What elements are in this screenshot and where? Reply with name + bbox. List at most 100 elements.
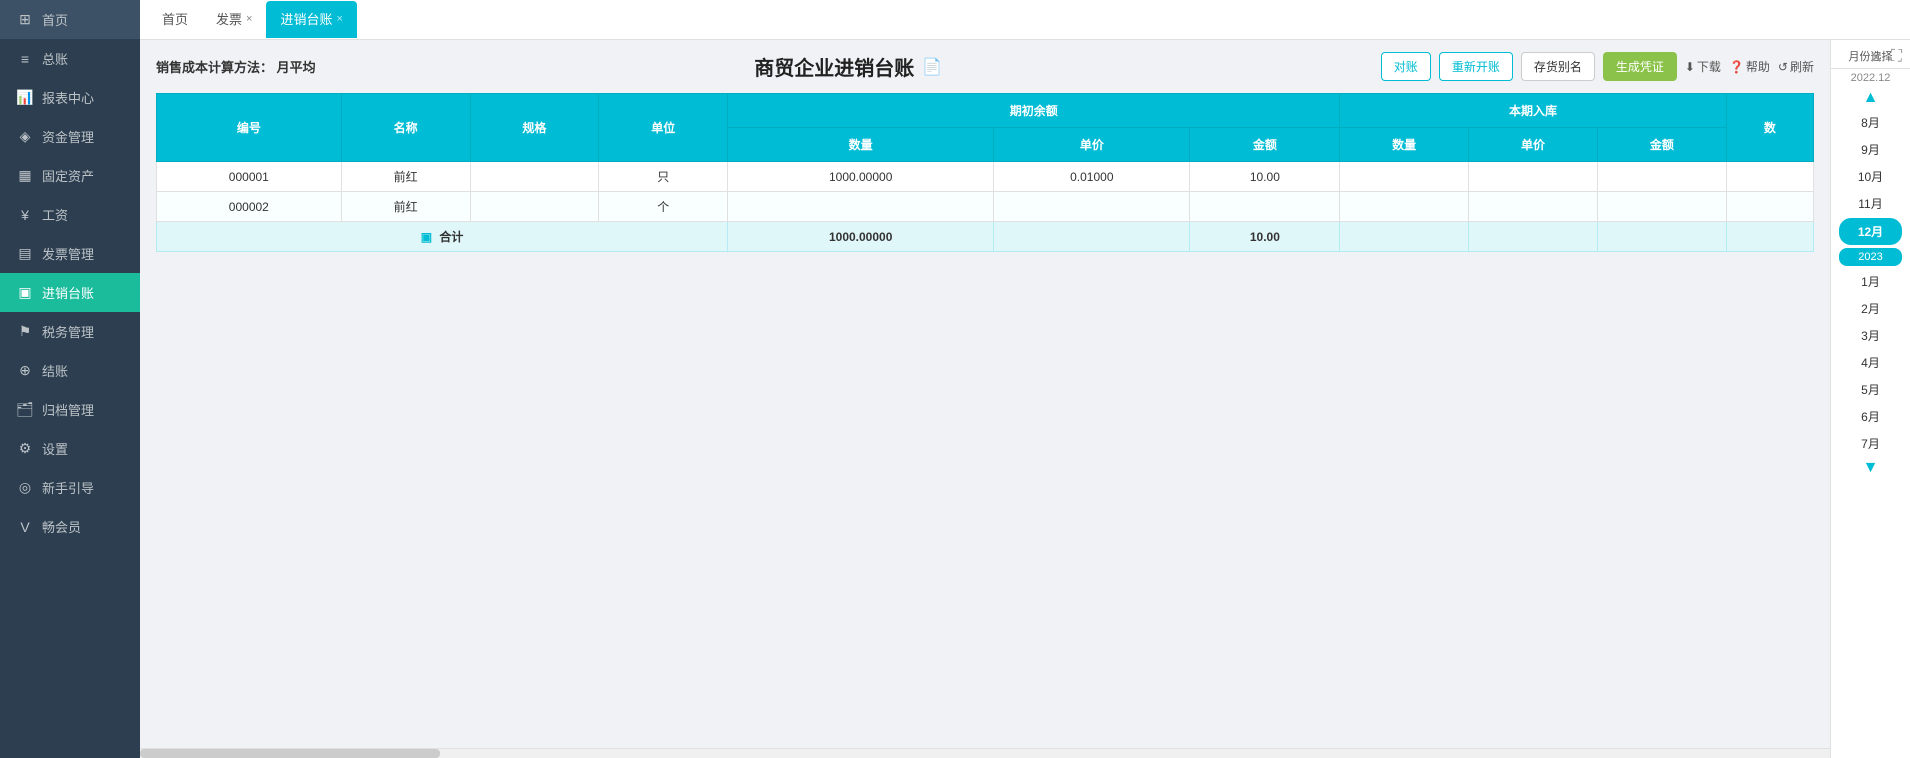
page-body: ✕ ⛶ 销售成本计算方法： 月平均 商贸企业进销台账 📄 对账 重新开账 存货别… (140, 40, 1830, 758)
tab-home-label: 首页 (162, 9, 188, 28)
table-row[interactable]: 000002 前红 个 (157, 192, 1814, 222)
month-1[interactable]: 1月 (1831, 268, 1910, 295)
month-3[interactable]: 3月 (1831, 322, 1910, 349)
total-extra (1726, 222, 1813, 252)
month-10[interactable]: 10月 (1831, 163, 1910, 190)
total-row: ▣ 合计 1000.00000 10.00 (157, 222, 1814, 252)
refresh-icon: ↺ (1778, 60, 1788, 74)
month-6[interactable]: 6月 (1831, 403, 1910, 430)
month-5[interactable]: 5月 (1831, 376, 1910, 403)
sidebar-item-purchase-sales[interactable]: ▣ 进销台账 (0, 273, 140, 312)
sidebar-label-new-guide: 新手引导 (42, 478, 94, 497)
sidebar-item-fixed-assets[interactable]: ▦ 固定资产 (0, 156, 140, 195)
sidebar-label-archive-management: 归档管理 (42, 400, 94, 419)
cell-guige (470, 162, 599, 192)
sidebar-label-tax-management: 税务管理 (42, 322, 94, 341)
refresh-button[interactable]: ↺ 刷新 (1778, 58, 1814, 75)
action-buttons: 对账 重新开账 存货别名 生成凭证 ⬇ 下载 ❓ 帮助 ↺ 刷新 (1381, 52, 1814, 81)
tab-invoice-close[interactable]: × (246, 13, 252, 25)
col-qichu-shuliang: 数量 (728, 128, 994, 162)
assets-icon: ▦ (16, 167, 34, 184)
month-nav-down[interactable]: ▼ (1831, 457, 1910, 479)
month-4[interactable]: 4月 (1831, 349, 1910, 376)
col-ruku-danjia: 单价 (1469, 128, 1598, 162)
cell-ruku-jine (1597, 192, 1726, 222)
sidebar-label-settings: 设置 (42, 439, 68, 458)
duizhang-button[interactable]: 对账 (1381, 52, 1431, 81)
cell-ruku-jine (1597, 162, 1726, 192)
tab-purchase-close[interactable]: × (336, 13, 342, 25)
sidebar-item-vip-member[interactable]: V 畅会员 (0, 507, 140, 546)
col-ruku-shuliang: 数量 (1340, 128, 1469, 162)
report-icon: 📊 (16, 89, 34, 106)
col-ruku-jine: 金额 (1597, 128, 1726, 162)
cunwei-button[interactable]: 存货别名 (1521, 52, 1595, 81)
cell-bianhao: 000002 (157, 192, 342, 222)
chongxin-button[interactable]: 重新开账 (1439, 52, 1513, 81)
month-9[interactable]: 9月 (1831, 136, 1910, 163)
help-icon: ❓ (1729, 60, 1744, 74)
help-button[interactable]: ❓ 帮助 (1729, 58, 1770, 75)
col-benci-ruku: 本期入库 (1340, 94, 1727, 128)
sidebar-label-fund-management: 资金管理 (42, 127, 94, 146)
vip-icon: V (16, 519, 34, 535)
year-2022-label: 2022.12 (1831, 69, 1910, 87)
sidebar-item-closing[interactable]: ⊕ 结账 (0, 351, 140, 390)
sidebar-item-fund-management[interactable]: ◈ 资金管理 (0, 117, 140, 156)
month-nav-up[interactable]: ▲ (1831, 87, 1910, 109)
month-12[interactable]: 12月 (1839, 218, 1902, 245)
sidebar-item-payroll[interactable]: ¥ 工资 (0, 195, 140, 234)
total-label: ▣ 合计 (157, 222, 728, 252)
col-guige: 规格 (470, 94, 599, 162)
sidebar-item-new-guide[interactable]: ◎ 新手引导 (0, 468, 140, 507)
cell-qichu-danjia (994, 192, 1190, 222)
month-8[interactable]: 8月 (1831, 109, 1910, 136)
scroll-thumb[interactable] (140, 749, 440, 758)
home-icon: ⊞ (16, 11, 34, 28)
payroll-icon: ¥ (16, 207, 34, 223)
sidebar-label-closing: 结账 (42, 361, 68, 380)
tab-home[interactable]: 首页 (148, 1, 202, 38)
sidebar-item-invoice-management[interactable]: ▤ 发票管理 (0, 234, 140, 273)
month-11[interactable]: 11月 (1831, 190, 1910, 217)
tab-invoice[interactable]: 发票 × (202, 1, 266, 38)
sidebar-item-home[interactable]: ⊞ 首页 (0, 0, 140, 39)
cell-qichu-jine (1190, 192, 1340, 222)
sidebar-label-general-ledger: 总账 (42, 49, 68, 68)
sidebar-label-report-center: 报表中心 (42, 88, 94, 107)
page-title-icon: 📄 (922, 57, 942, 77)
download-button[interactable]: ⬇ 下载 (1685, 58, 1721, 75)
purchase-icon: ▣ (16, 284, 34, 301)
info-bar: 销售成本计算方法： 月平均 商贸企业进销台账 📄 对账 重新开账 存货别名 生成… (156, 52, 1814, 81)
table-container: 编号 名称 规格 单位 期初余额 本期入库 数 数量 单价 金额 数 (156, 93, 1814, 252)
horizontal-scrollbar[interactable] (140, 748, 1830, 758)
sidebar-item-general-ledger[interactable]: ≡ 总账 (0, 39, 140, 78)
sidebar-label-invoice-management: 发票管理 (42, 244, 94, 263)
cell-bianhao: 000001 (157, 162, 342, 192)
col-qichu-jine: 金额 (1190, 128, 1340, 162)
tab-purchase-sales-ledger[interactable]: 进销台账 × (266, 1, 356, 38)
sidebar-item-tax-management[interactable]: ⚑ 税务管理 (0, 312, 140, 351)
year-2023-badge: 2023 (1839, 248, 1902, 266)
month-2[interactable]: 2月 (1831, 295, 1910, 322)
closing-icon: ⊕ (16, 362, 34, 379)
sidebar-label-payroll: 工资 (42, 205, 68, 224)
cell-danwei: 只 (599, 162, 728, 192)
month-7[interactable]: 7月 (1831, 430, 1910, 457)
col-qichu-danjia: 单价 (994, 128, 1190, 162)
sidebar-item-settings[interactable]: ⚙ 设置 (0, 429, 140, 468)
title-area: 商贸企业进销台账 📄 (754, 52, 942, 81)
total-qichu-danjia (994, 222, 1190, 252)
shengcheng-button[interactable]: 生成凭证 (1603, 52, 1677, 81)
sidebar-item-report-center[interactable]: 📊 报表中心 (0, 78, 140, 117)
cell-extra (1726, 162, 1813, 192)
tab-invoice-label: 发票 (216, 9, 242, 28)
table-row[interactable]: 000001 前红 只 1000.00000 0.01000 10.00 (157, 162, 1814, 192)
col-qichu-yue: 期初余额 (728, 94, 1340, 128)
total-ruku-shuliang (1340, 222, 1469, 252)
cell-mingcheng: 前红 (341, 162, 470, 192)
main-area: 首页 发票 × 进销台账 × ✕ ⛶ 销售成本计算方法： 月平均 (140, 0, 1910, 758)
sidebar-item-archive-management[interactable]: 🗂 归档管理 (0, 390, 140, 429)
cell-qichu-shuliang (728, 192, 994, 222)
tab-purchase-label: 进销台账 (280, 9, 332, 28)
